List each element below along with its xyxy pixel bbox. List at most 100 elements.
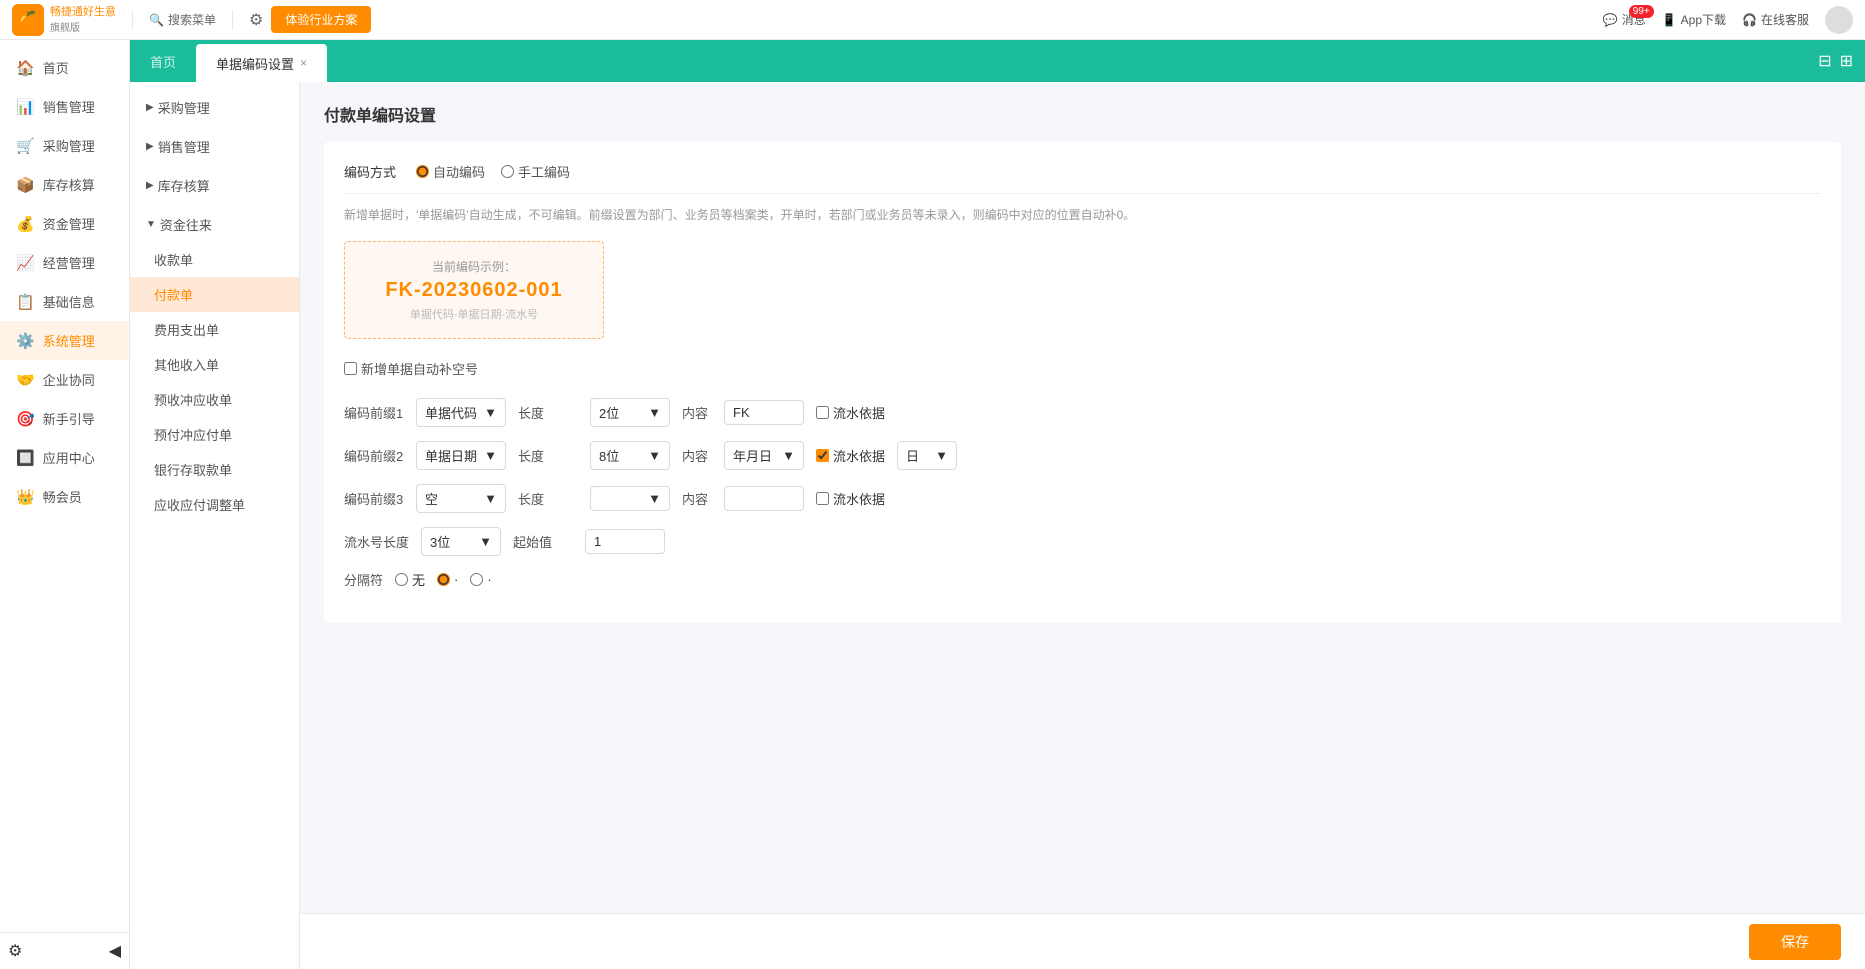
content1-input[interactable] (724, 400, 804, 425)
auto-encode-option[interactable]: 自动编码 (416, 162, 485, 181)
sidebar-item-member[interactable]: 👑 畅会员 (0, 477, 129, 516)
sidebar-item-system[interactable]: ⚙️ 系统管理 (0, 321, 129, 360)
main-layout: 🏠 首页 📊 销售管理 🛒 采购管理 📦 库存核算 💰 资金管理 📈 经 (0, 40, 1865, 969)
group-purchase-title[interactable]: ▶ 采购管理 (130, 90, 299, 125)
panel-item-prepay-recv[interactable]: 预收冲应收单 (130, 382, 299, 417)
tab-expand-icon[interactable]: ⊞ (1840, 51, 1853, 71)
sidebar-item-basic[interactable]: 📋 基础信息 (0, 282, 129, 321)
serial1-input[interactable] (816, 406, 829, 419)
config-row-2: 编码前缀2 单据日期 ▼ 长度 8位 ▼ 内容 (344, 441, 1821, 470)
panel-item-adjust[interactable]: 应收应付调整单 (130, 487, 299, 522)
online-service-btn[interactable]: 🎧 在线客服 (1742, 11, 1809, 28)
serial-length-select[interactable]: 3位 ▼ (421, 527, 501, 556)
config-row-1: 编码前缀1 单据代码 ▼ 长度 2位 ▼ 内容 (344, 398, 1821, 427)
sidebar-item-sales[interactable]: 📊 销售管理 (0, 87, 129, 126)
panel-item-income[interactable]: 其他收入单 (130, 347, 299, 382)
start-value-input[interactable] (585, 529, 665, 554)
sidebar-item-guide[interactable]: 🎯 新手引导 (0, 399, 129, 438)
serial1-checkbox[interactable]: 流水依据 (816, 403, 885, 422)
preview-box: 当前编码示例： FK-20230602-001 单据代码-单据日期-流水号 (344, 241, 604, 339)
separator-dash-option[interactable]: · (470, 572, 491, 587)
sidebar-item-label-finance: 资金管理 (43, 214, 95, 233)
message-badge: 99+ (1629, 5, 1654, 18)
search-label: 搜索菜单 (168, 11, 216, 28)
save-button[interactable]: 保存 (1749, 924, 1841, 960)
chevron-right-icon3: ▶ (146, 180, 154, 191)
separator-none-option[interactable]: 无 (395, 570, 425, 589)
panel-item-prepay-pay[interactable]: 预付冲应付单 (130, 417, 299, 452)
page-title: 付款单编码设置 (324, 102, 1841, 126)
prefix2-select[interactable]: 单据日期 ▼ (416, 441, 506, 470)
length1-select[interactable]: 2位 ▼ (590, 398, 670, 427)
separator-dot-radio[interactable] (437, 573, 450, 586)
prefix1-select[interactable]: 单据代码 ▼ (416, 398, 506, 427)
encoding-method-row: 编码方式 自动编码 手工编码 (344, 162, 1821, 194)
panel-item-receipt[interactable]: 收款单 (130, 242, 299, 277)
group-stock-title[interactable]: ▶ 库存核算 (130, 168, 299, 203)
length3-label: 长度 (518, 489, 578, 508)
content3-input[interactable] (724, 486, 804, 511)
separator-dot-option[interactable]: · (437, 572, 458, 587)
panel-item-bank[interactable]: 银行存取款单 (130, 452, 299, 487)
content3-label: 内容 (682, 489, 712, 508)
serial3-checkbox[interactable]: 流水依据 (816, 489, 885, 508)
sidebar-item-operation[interactable]: 📈 经营管理 (0, 243, 129, 282)
message-btn[interactable]: 💬 消息 99+ (1603, 11, 1646, 28)
separator-dash-radio[interactable] (470, 573, 483, 586)
auto-encode-radio[interactable] (416, 165, 429, 178)
content2-select[interactable]: 年月日 ▼ (724, 441, 804, 470)
sidebar-item-label-system: 系统管理 (43, 331, 95, 350)
prefix3-select[interactable]: 空 ▼ (416, 484, 506, 513)
settings-bottom-icon[interactable]: ⚙ (8, 941, 22, 961)
unit2-select[interactable]: 日 ▼ (897, 441, 957, 470)
system-icon: ⚙️ (16, 332, 35, 350)
serial2-checkbox[interactable]: 流水依据 (816, 446, 885, 465)
group-fund-title[interactable]: ▼ 资金往来 (130, 207, 299, 242)
divider (132, 10, 133, 30)
info-text: 新增单据时，'单据编码'自动生成，不可编辑。前缀设置为部门、业务员等档案类，开单… (344, 206, 1821, 225)
panel-item-expense[interactable]: 费用支出单 (130, 312, 299, 347)
unit2-chevron: ▼ (935, 448, 948, 463)
tab-settings-label: 单据编码设置 (216, 54, 294, 73)
length3-select[interactable]: ▼ (590, 486, 670, 511)
online-service-label: 在线客服 (1761, 11, 1809, 28)
length3-chevron: ▼ (648, 491, 661, 506)
experience-btn[interactable]: 体验行业方案 (271, 6, 371, 33)
prefix3-value: 空 (425, 489, 438, 508)
app-download-btn[interactable]: 📱 App下载 (1662, 11, 1726, 28)
chevron-down-icon: ▼ (146, 219, 156, 230)
tab-minimize-icon[interactable]: ⊟ (1818, 51, 1831, 71)
separator-none-radio[interactable] (395, 573, 408, 586)
panel-item-payment[interactable]: 付款单 (130, 277, 299, 312)
auto-fill-checkbox[interactable]: 新增单据自动补空号 (344, 359, 478, 378)
sidebar-item-purchase[interactable]: 🛒 采购管理 (0, 126, 129, 165)
group-sales-label: 销售管理 (158, 137, 210, 156)
tab-close-icon[interactable]: × (300, 56, 307, 70)
sidebar-item-home[interactable]: 🏠 首页 (0, 48, 129, 87)
sidebar-item-collab[interactable]: 🤝 企业协同 (0, 360, 129, 399)
search-menu[interactable]: 🔍 搜索菜单 (149, 11, 216, 28)
manual-encode-option[interactable]: 手工编码 (501, 162, 570, 181)
serial3-input[interactable] (816, 492, 829, 505)
settings-icon[interactable]: ⚙ (249, 10, 263, 30)
preview-code: FK-20230602-001 (369, 279, 579, 302)
length1-label: 长度 (518, 403, 578, 422)
preview-label: 当前编码示例： (369, 258, 579, 275)
serial2-input[interactable] (816, 449, 829, 462)
user-avatar[interactable] (1825, 6, 1853, 34)
group-sales-title[interactable]: ▶ 销售管理 (130, 129, 299, 164)
home-icon: 🏠 (16, 59, 35, 77)
divider2 (232, 10, 233, 30)
length2-select[interactable]: 8位 ▼ (590, 441, 670, 470)
tab-settings[interactable]: 单据编码设置 × (196, 44, 327, 82)
message-icon: 💬 (1603, 13, 1618, 27)
sidebar-item-app[interactable]: 🔲 应用中心 (0, 438, 129, 477)
manual-encode-radio[interactable] (501, 165, 514, 178)
collapse-icon[interactable]: ◀ (109, 941, 121, 961)
sidebar-item-finance[interactable]: 💰 资金管理 (0, 204, 129, 243)
sidebar-item-inventory[interactable]: 📦 库存核算 (0, 165, 129, 204)
brand-text-group: 畅捷通好生意 旗舰版 (50, 5, 116, 34)
tab-home[interactable]: 首页 (130, 40, 196, 82)
auto-fill-input[interactable] (344, 362, 357, 375)
serial1-label: 流水依据 (833, 403, 885, 422)
